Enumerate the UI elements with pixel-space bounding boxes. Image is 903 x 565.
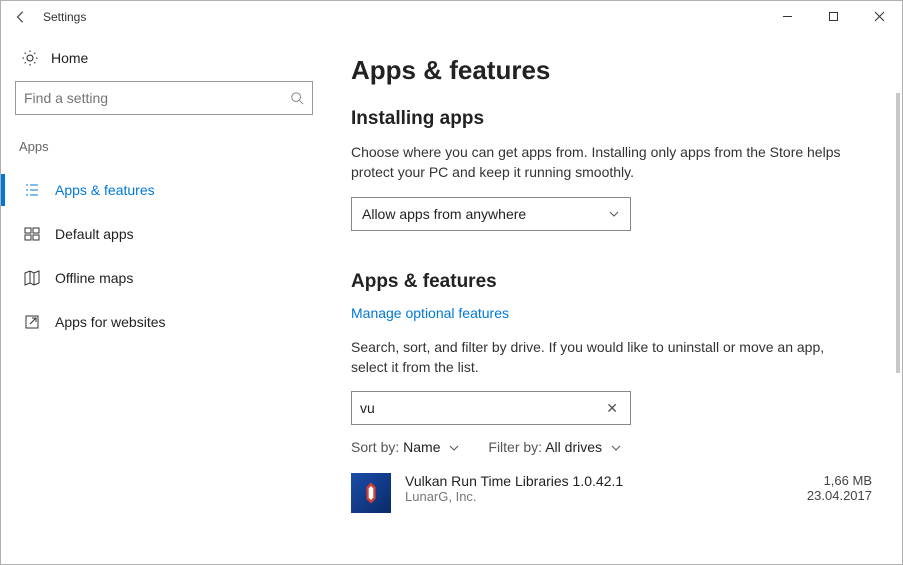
list-icon: [23, 181, 41, 199]
sort-value: Name: [403, 439, 440, 455]
manage-optional-link[interactable]: Manage optional features: [351, 305, 509, 321]
gear-icon: [21, 49, 39, 67]
chevron-down-icon: [608, 208, 620, 220]
find-setting-input[interactable]: [15, 81, 313, 115]
installing-desc: Choose where you can get apps from. Inst…: [351, 142, 841, 183]
chevron-down-icon: [448, 442, 460, 454]
installing-title: Installing apps: [351, 108, 872, 130]
section-label: Apps: [19, 139, 313, 154]
app-publisher: LunarG, Inc.: [405, 489, 793, 504]
nav-label: Default apps: [55, 226, 134, 242]
main-content: Apps & features Installing apps Choose w…: [321, 33, 902, 564]
clear-search-button[interactable]: ✕: [602, 400, 622, 417]
sort-label: Sort by:: [351, 439, 399, 455]
scrollbar[interactable]: [896, 93, 900, 373]
page-title: Apps & features: [351, 55, 872, 86]
install-source-dropdown[interactable]: Allow apps from anywhere: [351, 197, 631, 231]
app-search-input[interactable]: ✕: [351, 391, 631, 425]
dropdown-value: Allow apps from anywhere: [362, 206, 526, 222]
filter-label: Filter by:: [488, 439, 542, 455]
sidebar: Home Apps Apps & features Default apps O…: [1, 33, 321, 564]
app-size: 1,66 MB: [807, 473, 872, 488]
sort-by-control[interactable]: Sort by: Name: [351, 439, 460, 455]
app-icon: [351, 473, 391, 513]
find-input-field[interactable]: [24, 90, 290, 106]
window-title: Settings: [43, 10, 86, 24]
defaults-icon: [23, 225, 41, 243]
apps-desc: Search, sort, and filter by drive. If yo…: [351, 337, 841, 378]
sidebar-item-offline-maps[interactable]: Offline maps: [15, 256, 313, 300]
app-name: Vulkan Run Time Libraries 1.0.42.1: [405, 473, 793, 489]
home-button[interactable]: Home: [15, 43, 313, 81]
map-icon: [23, 269, 41, 287]
open-icon: [23, 313, 41, 331]
back-button[interactable]: [9, 5, 33, 29]
nav-label: Apps & features: [55, 182, 155, 198]
nav-label: Apps for websites: [55, 314, 166, 330]
title-bar: Settings: [1, 1, 902, 33]
nav-label: Offline maps: [55, 270, 133, 286]
search-icon: [290, 91, 304, 105]
filter-value: All drives: [545, 439, 602, 455]
maximize-button[interactable]: [810, 1, 856, 31]
sidebar-item-apps-websites[interactable]: Apps for websites: [15, 300, 313, 344]
sidebar-item-apps-features[interactable]: Apps & features: [15, 168, 313, 212]
chevron-down-icon: [610, 442, 622, 454]
minimize-button[interactable]: [764, 1, 810, 31]
app-list-item[interactable]: Vulkan Run Time Libraries 1.0.42.1 Lunar…: [351, 473, 872, 513]
search-field[interactable]: [360, 400, 602, 416]
close-button[interactable]: [856, 1, 902, 31]
app-date: 23.04.2017: [807, 488, 872, 503]
sidebar-item-default-apps[interactable]: Default apps: [15, 212, 313, 256]
home-label: Home: [51, 50, 88, 66]
apps-title: Apps & features: [351, 271, 872, 293]
filter-by-control[interactable]: Filter by: All drives: [488, 439, 622, 455]
